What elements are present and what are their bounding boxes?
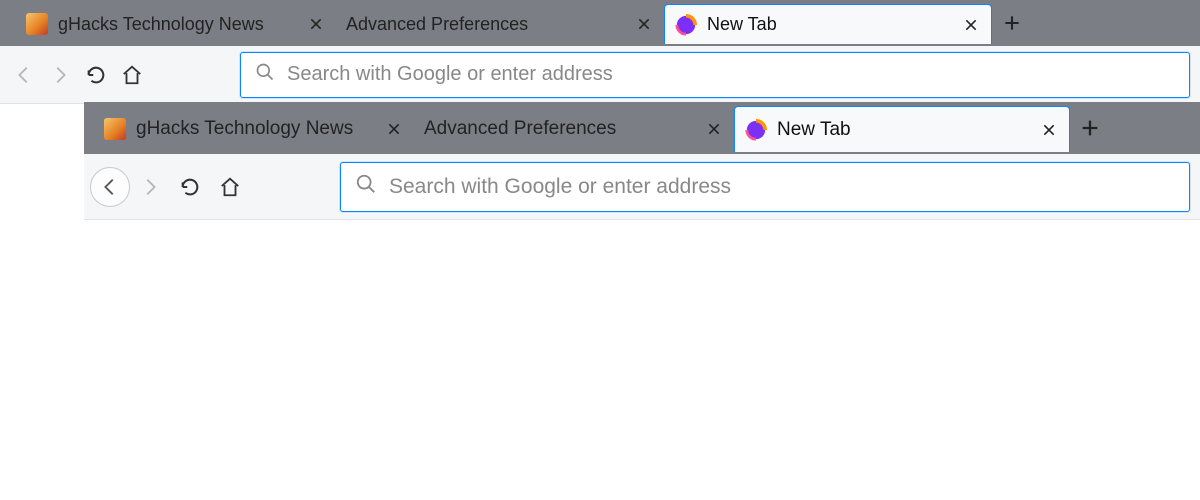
tab-title: gHacks Technology News — [136, 118, 353, 140]
close-tab-icon[interactable] — [959, 13, 983, 37]
browser-window-2: gHacks Technology News Advanced Preferen… — [84, 102, 1200, 220]
tab-title: New Tab — [707, 14, 777, 35]
tab-advanced-preferences[interactable]: Advanced Preferences — [336, 4, 664, 44]
search-icon — [255, 62, 275, 87]
back-button[interactable] — [6, 57, 42, 93]
tab-strip: gHacks Technology News Advanced Preferen… — [84, 102, 1200, 154]
tab-new-tab[interactable]: New Tab — [664, 4, 992, 44]
back-button[interactable] — [90, 167, 130, 207]
address-bar[interactable] — [340, 162, 1190, 212]
close-tab-icon[interactable] — [632, 12, 656, 36]
tab-title: Advanced Preferences — [346, 14, 528, 35]
address-input[interactable] — [389, 175, 1175, 199]
tab-new-tab[interactable]: New Tab — [734, 106, 1070, 152]
forward-button[interactable] — [42, 57, 78, 93]
close-tab-icon[interactable] — [702, 117, 726, 141]
address-input[interactable] — [287, 63, 1175, 86]
close-tab-icon[interactable] — [304, 12, 328, 36]
reload-button[interactable] — [170, 167, 210, 207]
ghacks-favicon-icon — [26, 13, 48, 35]
close-tab-icon[interactable] — [1037, 118, 1061, 142]
firefox-favicon-icon — [675, 14, 697, 36]
firefox-favicon-icon — [745, 119, 767, 141]
home-button[interactable] — [114, 57, 150, 93]
forward-button[interactable] — [130, 167, 170, 207]
ghacks-favicon-icon — [104, 118, 126, 140]
search-icon — [355, 173, 377, 200]
tab-advanced-preferences[interactable]: Advanced Preferences — [414, 106, 734, 152]
browser-window-1: gHacks Technology News Advanced Preferen… — [0, 0, 1200, 104]
reload-button[interactable] — [78, 57, 114, 93]
tab-title: New Tab — [777, 119, 851, 141]
address-bar[interactable] — [240, 52, 1190, 98]
tab-title: Advanced Preferences — [424, 118, 616, 140]
new-tab-button[interactable] — [992, 0, 1032, 46]
home-button[interactable] — [210, 167, 250, 207]
tab-ghacks[interactable]: gHacks Technology News — [94, 106, 414, 152]
navigation-toolbar — [0, 46, 1200, 104]
new-tab-button[interactable] — [1070, 102, 1110, 154]
close-tab-icon[interactable] — [382, 117, 406, 141]
navigation-toolbar — [84, 154, 1200, 220]
tab-ghacks[interactable]: gHacks Technology News — [16, 4, 336, 44]
tab-title: gHacks Technology News — [58, 14, 264, 35]
tab-strip: gHacks Technology News Advanced Preferen… — [0, 0, 1200, 46]
